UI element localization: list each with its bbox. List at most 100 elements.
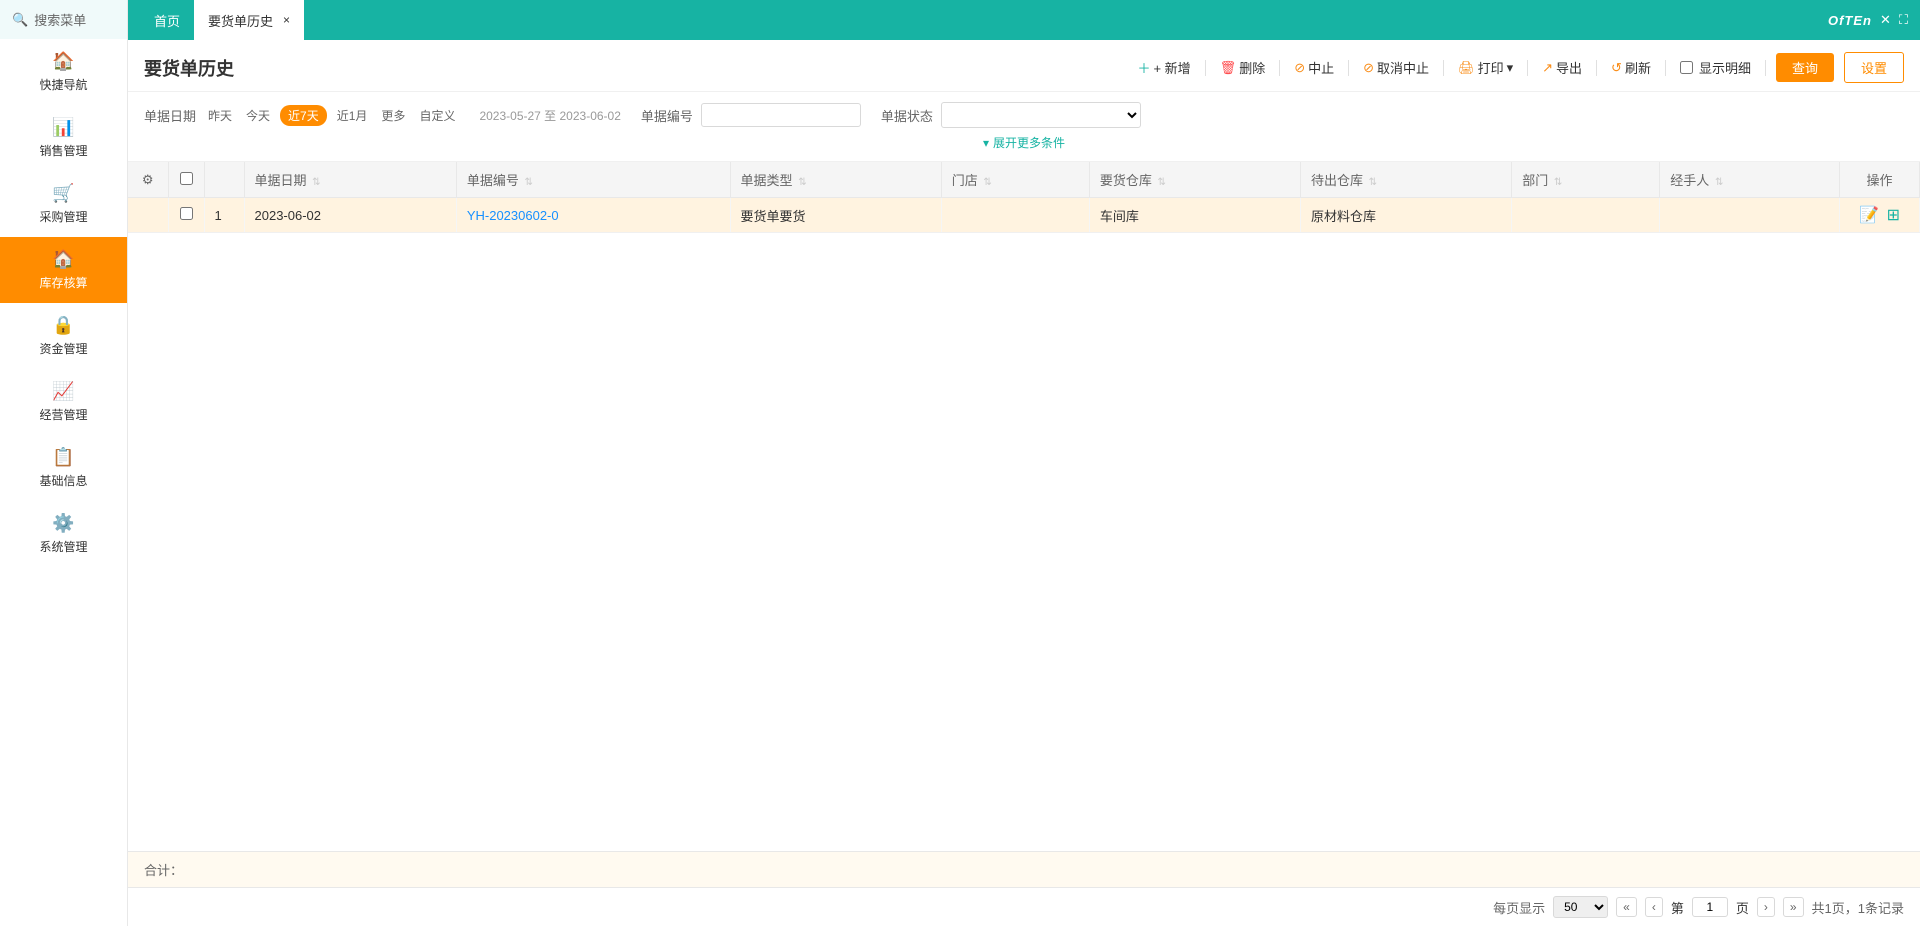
search-menu-item[interactable]: 🔍 搜索菜单 bbox=[0, 0, 127, 39]
close-window-icon[interactable]: ✕ bbox=[1880, 12, 1891, 28]
topbar: 首页 要货单历史 × OfTEn ✕ ⛶ bbox=[128, 0, 1920, 40]
tab-home-label: 首页 bbox=[154, 11, 180, 30]
divider-1 bbox=[1205, 60, 1206, 76]
row-seq: 1 bbox=[204, 198, 244, 233]
col-req-warehouse: 要货仓库 ⇅ bbox=[1089, 162, 1300, 198]
date-filter-label: 单据日期 bbox=[144, 106, 196, 125]
display-detail-toggle[interactable]: 显示明细 bbox=[1676, 56, 1755, 79]
row-checkbox[interactable] bbox=[168, 198, 204, 233]
page-size-select[interactable]: 50 10 20 100 bbox=[1553, 896, 1608, 918]
topbar-right: OfTEn ✕ ⛶ bbox=[1828, 12, 1908, 28]
col-checkbox bbox=[168, 162, 204, 198]
sidebar-item-label-quick-nav: 快捷导航 bbox=[39, 76, 87, 93]
display-detail-checkbox[interactable] bbox=[1680, 61, 1693, 74]
sidebar-item-label-base: 基础信息 bbox=[39, 472, 87, 489]
divider-6 bbox=[1596, 60, 1597, 76]
home-icon: 🏠 bbox=[52, 51, 74, 72]
filter-area: 单据日期 昨天 今天 近7天 近1月 更多 自定义 2023-05-27 至 2… bbox=[128, 92, 1920, 162]
status-select[interactable] bbox=[941, 102, 1141, 128]
stop-label: 中止 bbox=[1308, 58, 1334, 77]
new-button[interactable]: ＋ + 新增 bbox=[1133, 56, 1194, 79]
table-header-row: ⚙ 单据日期 ⇅ 单据编号 ⇅ bbox=[128, 162, 1920, 198]
col-action: 操作 bbox=[1840, 162, 1920, 198]
query-button[interactable]: 查询 bbox=[1776, 53, 1834, 82]
date-btn-today[interactable]: 今天 bbox=[242, 106, 274, 125]
row-detail-icon[interactable]: ⊞ bbox=[1887, 207, 1900, 224]
row-handler bbox=[1660, 198, 1840, 233]
col-req-warehouse-sort-icon[interactable]: ⇅ bbox=[1157, 177, 1165, 188]
sidebar-item-operation[interactable]: 📈 经营管理 bbox=[0, 369, 127, 435]
row-select-checkbox[interactable] bbox=[180, 207, 193, 220]
divider-3 bbox=[1348, 60, 1349, 76]
doc-no-link[interactable]: YH-20230602-0 bbox=[467, 208, 559, 223]
date-btn-more[interactable]: 更多 bbox=[377, 106, 409, 125]
col-department-sort-icon[interactable]: ⇅ bbox=[1554, 177, 1562, 188]
display-detail-label: 显示明细 bbox=[1699, 58, 1751, 77]
col-date-sort-icon[interactable]: ⇅ bbox=[312, 177, 320, 188]
page-suffix: 页 bbox=[1736, 898, 1749, 917]
stop-button[interactable]: ⊘ 中止 bbox=[1290, 56, 1338, 79]
next-page-button[interactable]: › bbox=[1757, 897, 1775, 917]
doc-no-input[interactable] bbox=[701, 103, 861, 127]
select-all-checkbox[interactable] bbox=[180, 172, 193, 185]
page-title: 要货单历史 bbox=[144, 55, 234, 81]
prev-page-button[interactable]: ‹ bbox=[1645, 897, 1663, 917]
sidebar-item-label-purchase: 采购管理 bbox=[39, 208, 87, 225]
sidebar-item-label-operation: 经营管理 bbox=[39, 406, 87, 423]
sidebar-item-sales[interactable]: 📊 销售管理 bbox=[0, 105, 127, 171]
sidebar-item-label-system: 系统管理 bbox=[39, 538, 87, 555]
tab-close-icon[interactable]: × bbox=[283, 13, 290, 27]
print-button[interactable]: 🖨 打印 ▾ bbox=[1454, 56, 1517, 79]
tab-home[interactable]: 首页 bbox=[140, 0, 194, 40]
date-btn-custom[interactable]: 自定义 bbox=[415, 106, 459, 125]
row-actions: 📝 ⊞ bbox=[1840, 198, 1920, 233]
sum-label: 合计： bbox=[144, 863, 183, 878]
date-btn-yesterday[interactable]: 昨天 bbox=[204, 106, 236, 125]
sidebar-item-base[interactable]: 📋 基础信息 bbox=[0, 435, 127, 501]
row-edit-icon[interactable]: 📝 bbox=[1859, 207, 1879, 224]
col-settings[interactable]: ⚙ bbox=[128, 162, 168, 198]
content-area: 要货单历史 ＋ + 新增 🗑 删除 ⊘ 中止 ⊘ bbox=[128, 40, 1920, 926]
refresh-button[interactable]: ↺ 刷新 bbox=[1607, 56, 1655, 79]
col-doc-no-sort-icon[interactable]: ⇅ bbox=[524, 177, 532, 188]
setting-button[interactable]: 设置 bbox=[1844, 52, 1904, 83]
col-shop-label: 门店 bbox=[952, 173, 978, 188]
status-label: 单据状态 bbox=[881, 106, 933, 125]
first-page-button[interactable]: « bbox=[1616, 897, 1637, 917]
search-icon: 🔍 bbox=[12, 12, 28, 28]
sidebar-item-label-inventory: 库存核算 bbox=[39, 274, 87, 291]
col-shop-sort-icon[interactable]: ⇅ bbox=[983, 177, 991, 188]
col-handler-label: 经手人 bbox=[1670, 173, 1709, 188]
doc-no-label: 单据编号 bbox=[641, 106, 693, 125]
sidebar-item-inventory[interactable]: 🏠 库存核算 bbox=[0, 237, 127, 303]
delete-button[interactable]: 🗑 删除 bbox=[1216, 56, 1270, 79]
delete-icon: 🗑 bbox=[1220, 60, 1237, 76]
col-doc-type-sort-icon[interactable]: ⇅ bbox=[798, 177, 806, 188]
date-shortcuts: 昨天 今天 近7天 近1月 更多 自定义 bbox=[204, 105, 459, 126]
col-seq bbox=[204, 162, 244, 198]
sidebar-item-system[interactable]: ⚙️ 系统管理 bbox=[0, 501, 127, 567]
col-pending-warehouse-sort-icon[interactable]: ⇅ bbox=[1369, 177, 1377, 188]
export-icon: ↗ bbox=[1542, 60, 1553, 76]
row-doc-no[interactable]: YH-20230602-0 bbox=[456, 198, 730, 233]
row-shop bbox=[941, 198, 1089, 233]
sidebar-item-finance[interactable]: 🔒 资金管理 bbox=[0, 303, 127, 369]
col-handler-sort-icon[interactable]: ⇅ bbox=[1715, 177, 1723, 188]
chevron-down-icon: ▾ bbox=[983, 136, 989, 150]
maximize-window-icon[interactable]: ⛶ bbox=[1899, 12, 1908, 28]
cancel-stop-button[interactable]: ⊘ 取消中止 bbox=[1359, 56, 1433, 79]
last-page-button[interactable]: » bbox=[1783, 897, 1804, 917]
page-number-input[interactable] bbox=[1692, 897, 1728, 917]
row-pending-warehouse: 原材料仓库 bbox=[1301, 198, 1512, 233]
export-button[interactable]: ↗ 导出 bbox=[1538, 56, 1586, 79]
sidebar: 🔍 搜索菜单 🏠 快捷导航 📊 销售管理 🛒 采购管理 🏠 库存核算 🔒 资金管… bbox=[0, 0, 128, 926]
brand-label: OfTEn bbox=[1828, 13, 1872, 28]
expand-more-button[interactable]: ▾ 展开更多条件 bbox=[144, 134, 1904, 151]
sidebar-item-purchase[interactable]: 🛒 采购管理 bbox=[0, 171, 127, 237]
table-body: 1 2023-06-02 YH-20230602-0 要货单要货 车间库 原材料… bbox=[128, 198, 1920, 233]
col-doc-no-label: 单据编号 bbox=[467, 173, 519, 188]
sidebar-item-quick-nav[interactable]: 🏠 快捷导航 bbox=[0, 39, 127, 105]
date-btn-last7days[interactable]: 近7天 bbox=[280, 105, 327, 126]
date-btn-last1month[interactable]: 近1月 bbox=[333, 106, 372, 125]
tab-requisition-history[interactable]: 要货单历史 × bbox=[194, 0, 304, 40]
